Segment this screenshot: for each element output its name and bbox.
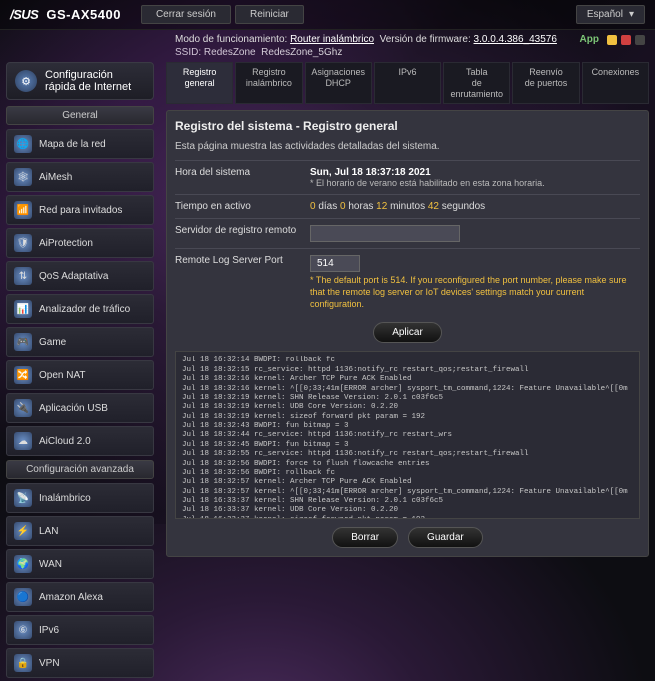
sidebar-header-advanced: Configuración avanzada [6,460,154,479]
op-mode-link[interactable]: Router inalámbrico [290,34,374,45]
log-textarea[interactable]: Jul 18 16:32:14 BWDPI: rollback fc Jul 1… [175,351,640,519]
globe-icon: ⚙ [15,70,37,92]
firmware-link[interactable]: 3.0.0.4.386_43576 [474,34,557,45]
top-bar: /SUS GS-AX5400 Cerrar sesión Reiniciar E… [0,0,655,30]
panel-desc: Esta página muestra las actividades deta… [175,141,640,152]
tab[interactable]: Registroinalámbrico [235,62,302,104]
tab[interactable]: IPv6 [374,62,441,104]
value-uptime: 0 días 0 horas 12 minutos 42 segundos [310,201,640,212]
sidebar-icon: 🔀 [14,366,32,384]
sidebar-icon: 🌐 [14,135,32,153]
sidebar-item[interactable]: 🌐Mapa de la red [6,129,154,159]
input-remote-port[interactable] [310,255,360,272]
note-port: * The default port is 514. If you reconf… [310,275,640,310]
sidebar-item[interactable]: ⇅QoS Adaptativa [6,261,154,291]
ssid-bar: SSID: RedesZone RedesZone_5Ghz [0,47,655,62]
sidebar-item[interactable]: ⑥IPv6 [6,615,154,645]
input-remote-server[interactable] [310,225,460,242]
clear-button[interactable]: Borrar [332,527,398,548]
note-dst: * El horario de verano está habilitado e… [310,178,640,188]
sidebar-icon: 📶 [14,201,32,219]
sidebar-icon: 📊 [14,300,32,318]
tab-bar: RegistrogeneralRegistroinalámbricoAsigna… [166,62,649,104]
panel-title: Registro del sistema - Registro general [175,119,640,133]
sidebar-item[interactable]: 📊Analizador de tráfico [6,294,154,324]
logout-button[interactable]: Cerrar sesión [141,5,231,24]
sidebar-icon: 🛡 [14,234,32,252]
sidebar-item[interactable]: 🌍WAN [6,549,154,579]
chevron-down-icon: ▾ [629,9,634,20]
status-dots [607,35,645,45]
sidebar-icon: 🔌 [14,399,32,417]
value-system-time: Sun, Jul 18 18:37:18 2021 [310,167,640,178]
sidebar-icon: 🔵 [14,588,32,606]
tab[interactable]: Tablade enrutamiento [443,62,510,104]
sidebar-icon: ☁ [14,432,32,450]
sidebar-item[interactable]: 🔒VPN [6,648,154,678]
sidebar: ⚙ Configuración rápida de Internet Gener… [0,62,160,681]
sidebar-item[interactable]: ⚡LAN [6,516,154,546]
sidebar-item[interactable]: 📡Inalámbrico [6,483,154,513]
ssid-1[interactable]: RedesZone [204,47,256,58]
sidebar-item[interactable]: 🔌Aplicación USB [6,393,154,423]
sidebar-icon: ⑥ [14,621,32,639]
language-selector[interactable]: Español▾ [576,5,645,24]
tab[interactable]: Reenvíode puertos [512,62,579,104]
label-remote-server: Servidor de registro remoto [175,225,310,236]
sidebar-icon: 🌍 [14,555,32,573]
reboot-button[interactable]: Reiniciar [235,5,304,24]
sidebar-item[interactable]: 🕸AiMesh [6,162,154,192]
label-system-time: Hora del sistema [175,167,310,178]
sidebar-icon: 🔒 [14,654,32,672]
sidebar-icon: 📡 [14,489,32,507]
sidebar-item[interactable]: 🔵Amazon Alexa [6,582,154,612]
sidebar-icon: ⚡ [14,522,32,540]
sidebar-item[interactable]: 🎮Game [6,327,154,357]
ssid-2[interactable]: RedesZone_5Ghz [261,47,342,58]
sidebar-item[interactable]: ☁AiCloud 2.0 [6,426,154,456]
label-uptime: Tiempo en activo [175,201,310,212]
sidebar-icon: ⇅ [14,267,32,285]
main-panel: Registro del sistema - Registro general … [166,110,649,557]
sidebar-item[interactable]: 📶Red para invitados [6,195,154,225]
tab[interactable]: AsignacionesDHCP [305,62,372,104]
info-bar: Modo de funcionamiento: Router inalámbri… [0,30,655,47]
sidebar-header-general: General [6,106,154,125]
sidebar-icon: 🎮 [14,333,32,351]
tab[interactable]: Conexiones [582,62,649,104]
apply-button[interactable]: Aplicar [373,322,442,343]
sidebar-item[interactable]: 🛡AiProtection [6,228,154,258]
save-button[interactable]: Guardar [408,527,483,548]
model-name: GS-AX5400 [46,7,121,22]
sidebar-item[interactable]: 🔀Open NAT [6,360,154,390]
sidebar-icon: 🕸 [14,168,32,186]
quick-setup-card[interactable]: ⚙ Configuración rápida de Internet [6,62,154,100]
app-link[interactable]: App [580,34,599,45]
label-remote-port: Remote Log Server Port [175,255,310,266]
tab[interactable]: Registrogeneral [166,62,233,104]
brand-logo: /SUS [10,7,38,22]
